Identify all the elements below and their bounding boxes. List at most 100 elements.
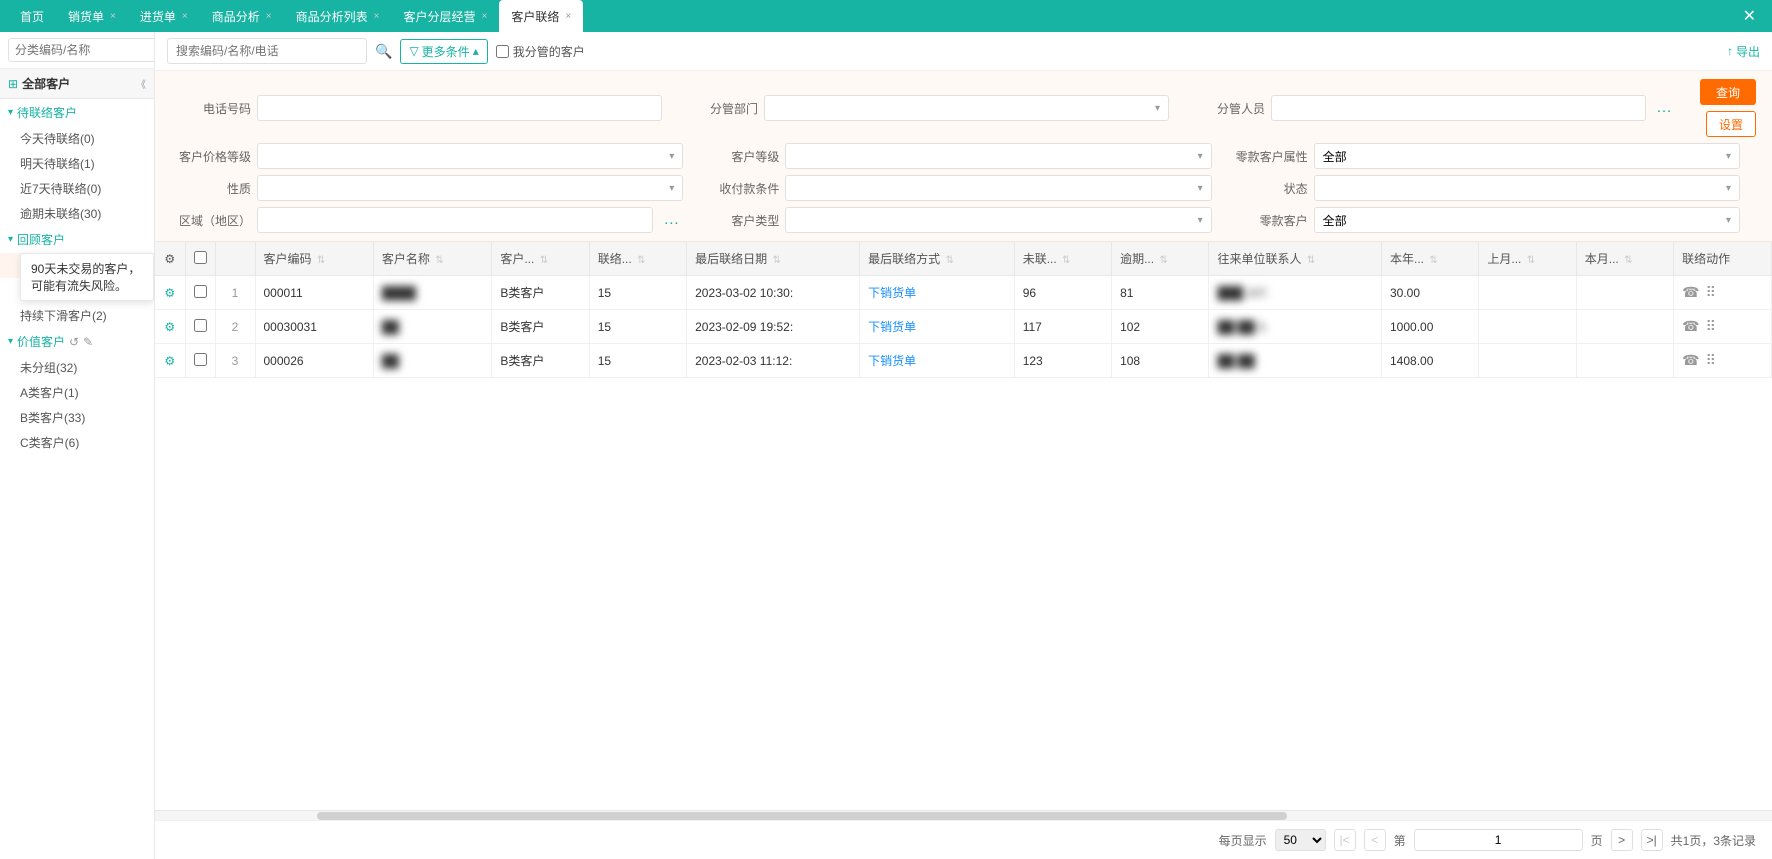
window-close-button[interactable]: ✕ <box>1735 6 1764 26</box>
tab-close-customer-contact[interactable]: × <box>565 11 571 22</box>
filter-search-button[interactable]: 🔍 <box>375 43 392 60</box>
select-all-checkbox[interactable] <box>194 251 207 264</box>
sidebar-item-overdue-pending[interactable]: 逾期未联络(30) <box>0 201 154 226</box>
table-settings-icon[interactable]: ⚙ <box>164 252 175 266</box>
gender-select[interactable]: ▾ <box>257 175 683 201</box>
th-contact[interactable]: 联络... ⇅ <box>589 242 686 276</box>
row-checkbox-1[interactable] <box>194 319 207 332</box>
action-contact-icon-1[interactable]: ☎ <box>1682 318 1699 335</box>
export-button[interactable]: ↑ 导出 <box>1727 43 1760 60</box>
td-row-settings-1[interactable]: ⚙ <box>155 310 185 344</box>
th-settings[interactable]: ⚙ <box>155 242 185 276</box>
phone-input[interactable] <box>257 95 662 121</box>
th-last-month[interactable]: 上月... ⇅ <box>1479 242 1576 276</box>
td-checkbox-0[interactable] <box>185 276 215 310</box>
price-level-select[interactable]: ▾ <box>257 143 683 169</box>
td-last-contact-method-0[interactable]: 下销货单 <box>860 276 1015 310</box>
prev-page-button[interactable]: < <box>1364 829 1386 851</box>
customer-type-select[interactable]: ▾ <box>785 207 1211 233</box>
zero-sales-select[interactable]: 全部 ▾ <box>1314 207 1740 233</box>
td-row-settings-2[interactable]: ⚙ <box>155 344 185 378</box>
payment-select[interactable]: ▾ <box>785 175 1211 201</box>
th-customer-code[interactable]: 客户编码 ⇅ <box>255 242 373 276</box>
tab-close-product-analysis[interactable]: × <box>266 11 272 22</box>
row-checkbox-2[interactable] <box>194 353 207 366</box>
sidebar-item-tomorrow-pending[interactable]: 明天待联络(1) <box>0 151 154 176</box>
td-checkbox-1[interactable] <box>185 310 215 344</box>
th-customer-type[interactable]: 客户... ⇅ <box>492 242 589 276</box>
tab-product-analysis[interactable]: 商品分析 × <box>200 0 284 32</box>
action-more-icon-2[interactable]: ⠿ <box>1706 352 1716 369</box>
sidebar-item-c-customers[interactable]: C类客户(6) <box>0 430 154 455</box>
action-more-icon-0[interactable]: ⠿ <box>1706 284 1716 301</box>
sidebar-group-value[interactable]: ▾ 价值客户 ↺ ✎ <box>0 328 154 355</box>
row-settings-icon-2[interactable]: ⚙ <box>164 354 175 368</box>
filter-search-input[interactable] <box>167 38 367 64</box>
per-page-select[interactable]: 50 10 20 100 <box>1275 829 1326 851</box>
tab-customer-contact[interactable]: 客户联络 × <box>499 0 583 32</box>
tab-sales-order[interactable]: 销货单 × <box>56 0 128 32</box>
manager-more-button[interactable]: … <box>1652 99 1676 117</box>
sidebar-item-a-customers[interactable]: A类客户(1) <box>0 380 154 405</box>
last-contact-method-link-1[interactable]: 下销货单 <box>868 320 916 334</box>
sidebar-item-ungroup[interactable]: 未分组(32) <box>0 355 154 380</box>
th-last-contact-method[interactable]: 最后联络方式 ⇅ <box>860 242 1015 276</box>
tab-product-analysis-list[interactable]: 商品分析列表 × <box>284 0 392 32</box>
th-checkbox[interactable] <box>185 242 215 276</box>
manager-input[interactable] <box>1271 95 1646 121</box>
tab-close-customer-layer[interactable]: × <box>481 11 487 22</box>
th-overdue[interactable]: 逾期... ⇅ <box>1112 242 1209 276</box>
action-contact-icon-2[interactable]: ☎ <box>1682 352 1699 369</box>
sidebar-item-declining[interactable]: 持续下滑客户(2) <box>0 303 154 328</box>
status-select[interactable]: ▾ <box>1314 175 1740 201</box>
th-last-contact-date[interactable]: 最后联络日期 ⇅ <box>687 242 860 276</box>
th-uncontacted[interactable]: 未联... ⇅ <box>1014 242 1111 276</box>
th-customer-name[interactable]: 客户名称 ⇅ <box>373 242 491 276</box>
scrollbar-thumb[interactable] <box>317 812 1287 820</box>
first-page-button[interactable]: |< <box>1334 829 1356 851</box>
tab-purchase-order[interactable]: 进货单 × <box>128 0 200 32</box>
sidebar-search-input[interactable] <box>8 38 155 62</box>
sidebar-item-churn-warning[interactable]: 流失预警客户(3) ● <box>0 253 154 278</box>
td-row-settings-0[interactable]: ⚙ <box>155 276 185 310</box>
tab-home[interactable]: 首页 <box>8 0 56 32</box>
last-contact-method-link-2[interactable]: 下销货单 <box>868 354 916 368</box>
td-last-contact-method-2[interactable]: 下销货单 <box>860 344 1015 378</box>
sidebar-group-pending[interactable]: ▾ 待联络客户 <box>0 99 154 126</box>
my-customers-filter[interactable]: 我分管的客户 <box>496 43 585 60</box>
settings-button[interactable]: 设置 <box>1706 111 1756 137</box>
tab-close-product-analysis-list[interactable]: × <box>374 11 380 22</box>
filter-more-button[interactable]: ▽ 更多条件 ▴ <box>400 39 487 64</box>
edit-icon[interactable]: ✎ <box>83 335 93 349</box>
th-this-year[interactable]: 本年... ⇅ <box>1382 242 1479 276</box>
tab-close-purchase-order[interactable]: × <box>182 11 188 22</box>
customer-level-select[interactable]: ▾ <box>785 143 1211 169</box>
sidebar-item-today-pending[interactable]: 今天待联络(0) <box>0 126 154 151</box>
zero-sales-attr-select[interactable]: 全部 ▾ <box>1314 143 1740 169</box>
query-button[interactable]: 查询 <box>1700 79 1756 105</box>
td-checkbox-2[interactable] <box>185 344 215 378</box>
sidebar-group-review[interactable]: ▾ 回顾客户 <box>0 226 154 253</box>
th-unit-contacts[interactable]: 往来单位联系人 ⇅ <box>1209 242 1382 276</box>
refresh-icon[interactable]: ↺ <box>69 335 79 349</box>
sidebar-all-customers[interactable]: ⊞ 全部客户 《 <box>0 69 154 99</box>
my-customers-checkbox[interactable] <box>496 45 509 58</box>
next-page-button[interactable]: > <box>1611 829 1633 851</box>
sidebar-item-b-customers[interactable]: B类客户(33) <box>0 405 154 430</box>
row-checkbox-0[interactable] <box>194 285 207 298</box>
region-input[interactable] <box>257 207 653 233</box>
sidebar-item-week-pending[interactable]: 近7天待联络(0) <box>0 176 154 201</box>
last-page-button[interactable]: >| <box>1641 829 1663 851</box>
region-more-button[interactable]: … <box>659 211 683 229</box>
dept-select[interactable]: ▾ <box>764 95 1169 121</box>
action-more-icon-1[interactable]: ⠿ <box>1706 318 1716 335</box>
tab-customer-layer[interactable]: 客户分层经营 × <box>391 0 499 32</box>
horizontal-scrollbar[interactable] <box>155 810 1772 820</box>
current-page-input[interactable] <box>1414 829 1583 851</box>
last-contact-method-link-0[interactable]: 下销货单 <box>868 286 916 300</box>
sidebar-item-churned[interactable]: 已流失客户(24) <box>0 278 154 303</box>
row-settings-icon-0[interactable]: ⚙ <box>164 286 175 300</box>
action-contact-icon-0[interactable]: ☎ <box>1682 284 1699 301</box>
row-settings-icon-1[interactable]: ⚙ <box>164 320 175 334</box>
tab-close-sales-order[interactable]: × <box>110 11 116 22</box>
